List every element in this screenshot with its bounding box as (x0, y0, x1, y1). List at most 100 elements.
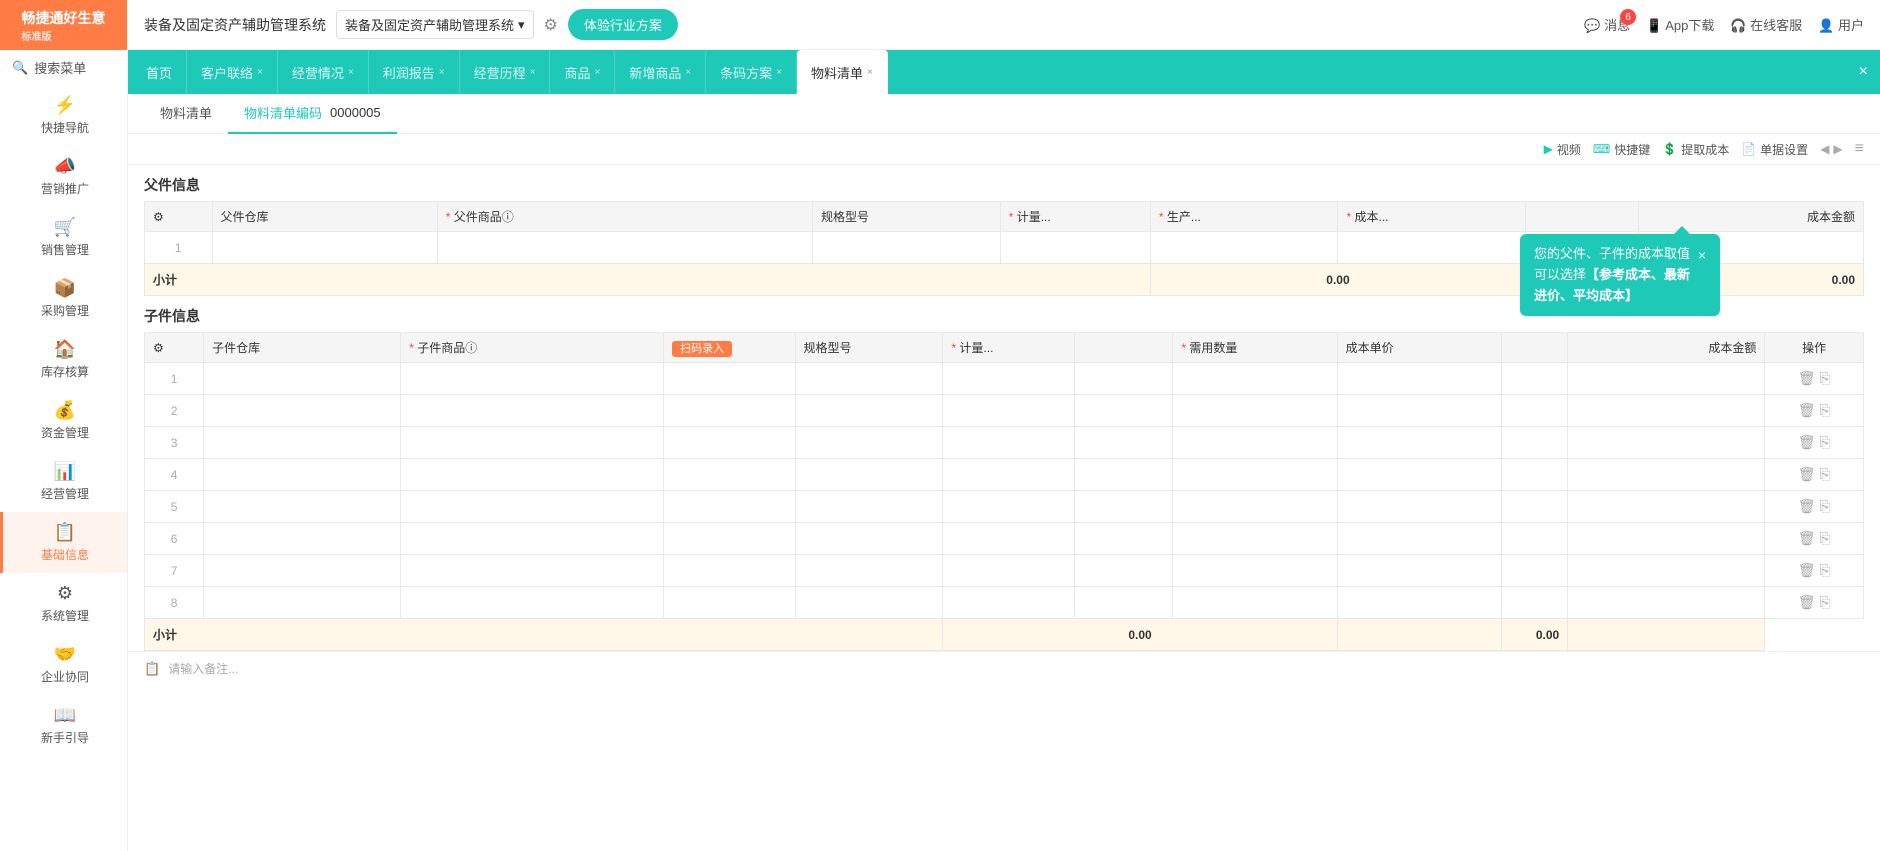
child-row-product[interactable] (401, 491, 664, 523)
cost-btn[interactable]: 💲 提取成本 (1662, 141, 1729, 158)
child-row-spec[interactable] (795, 395, 943, 427)
search-menu[interactable]: 🔍 搜索菜单 (0, 50, 127, 85)
child-row-unit[interactable] (943, 587, 1074, 619)
sidebar-item-enterprise[interactable]: 🤝 企业协同 (0, 634, 127, 695)
copy-icon[interactable]: ⎘ (1819, 562, 1830, 579)
doc-settings-btn[interactable]: 📄 单据设置 (1741, 141, 1808, 158)
child-row-spec[interactable] (795, 363, 943, 395)
child-row-unit[interactable] (943, 555, 1074, 587)
tab-operations-close[interactable]: × (348, 67, 354, 78)
tooltip-close-btn[interactable]: × (1698, 244, 1706, 266)
nav-next[interactable]: ▶ (1833, 142, 1842, 156)
child-row-unit-cost[interactable] (1337, 427, 1501, 459)
copy-icon[interactable]: ⎘ (1819, 434, 1830, 451)
tab-profit-close[interactable]: × (439, 67, 445, 78)
child-row-spec[interactable] (795, 523, 943, 555)
child-row-spec[interactable] (795, 491, 943, 523)
tab-new-product-close[interactable]: × (685, 67, 691, 78)
child-row-unit-cost[interactable] (1337, 491, 1501, 523)
nav-close-all[interactable]: × (1851, 63, 1876, 81)
tab-customers-close[interactable]: × (257, 67, 263, 78)
child-row-qty[interactable] (1173, 427, 1337, 459)
delete-icon[interactable]: 🗑 (1798, 594, 1816, 611)
child-row-qty[interactable] (1173, 555, 1337, 587)
parent-row-unit[interactable] (1000, 232, 1150, 264)
sidebar-item-quick-nav[interactable]: ⚡ 快捷导航 (0, 85, 127, 146)
parent-row-production[interactable] (1150, 232, 1338, 264)
tab-history-close[interactable]: × (530, 67, 536, 78)
tab-bom[interactable]: 物料清单 × (797, 50, 888, 94)
child-row-spec[interactable] (795, 459, 943, 491)
child-row-unit-cost[interactable] (1337, 363, 1501, 395)
copy-icon[interactable]: ⎘ (1819, 530, 1830, 547)
child-row-spec[interactable] (795, 427, 943, 459)
sidebar-item-basic-info[interactable]: 📋 基础信息 (0, 512, 127, 573)
child-row-unit[interactable] (943, 459, 1074, 491)
user-avatar[interactable]: 👤 用户 (1818, 15, 1864, 34)
sidebar-item-guide[interactable]: 📖 新手引导 (0, 695, 127, 756)
copy-icon[interactable]: ⎘ (1819, 594, 1830, 611)
tab-home[interactable]: 首页 (132, 50, 187, 94)
child-col-scan[interactable]: 扫码录入 (664, 333, 795, 363)
child-row-product[interactable] (401, 523, 664, 555)
child-row-spec[interactable] (795, 587, 943, 619)
child-col-settings[interactable]: ⚙ (145, 333, 204, 363)
tab-new-product[interactable]: 新增商品 × (615, 50, 706, 94)
tab-history[interactable]: 经营历程 × (460, 50, 551, 94)
child-row-qty[interactable] (1173, 491, 1337, 523)
sidebar-item-system[interactable]: ⚙ 系统管理 (0, 573, 127, 634)
child-row-warehouse[interactable] (204, 459, 401, 491)
child-row-warehouse[interactable] (204, 555, 401, 587)
child-row-warehouse[interactable] (204, 395, 401, 427)
delete-icon[interactable]: 🗑 (1798, 562, 1816, 579)
child-row-unit[interactable] (943, 427, 1074, 459)
delete-icon[interactable]: 🗑 (1798, 466, 1816, 483)
tab-barcode[interactable]: 条码方案 × (706, 50, 797, 94)
child-row-warehouse[interactable] (204, 427, 401, 459)
message-bell[interactable]: 💬 6 消息 (1584, 15, 1630, 34)
system-select[interactable]: 装备及固定资产辅助管理系统 ▾ (336, 10, 534, 39)
sidebar-item-operations[interactable]: 📊 经营管理 (0, 451, 127, 512)
sidebar-item-marketing[interactable]: 📣 营销推广 (0, 146, 127, 207)
delete-icon[interactable]: 🗑 (1798, 530, 1816, 547)
parent-col-settings[interactable]: ⚙ (145, 202, 213, 232)
parent-row-cost[interactable] (1338, 232, 1526, 264)
parent-row-product[interactable] (437, 232, 812, 264)
child-row-qty[interactable] (1173, 459, 1337, 491)
child-row-warehouse[interactable] (204, 587, 401, 619)
app-download-link[interactable]: 📱 App下载 (1646, 15, 1714, 34)
online-service-link[interactable]: 🎧 在线客服 (1730, 15, 1802, 34)
child-row-spec[interactable] (795, 555, 943, 587)
child-row-unit-cost[interactable] (1337, 523, 1501, 555)
copy-icon[interactable]: ⎘ (1819, 402, 1830, 419)
child-row-unit[interactable] (943, 363, 1074, 395)
video-btn[interactable]: ▶ 视频 (1544, 141, 1581, 158)
sidebar-item-purchase[interactable]: 📦 采购管理 (0, 268, 127, 329)
delete-icon[interactable]: 🗑 (1798, 370, 1816, 387)
sub-tab-bom-list[interactable]: 物料清单 (144, 94, 228, 134)
child-row-product[interactable] (401, 555, 664, 587)
parent-row-warehouse[interactable] (212, 232, 437, 264)
sub-tab-bom-code[interactable]: 物料清单编码 0000005 (228, 94, 397, 134)
child-row-warehouse[interactable] (204, 491, 401, 523)
child-row-unit-cost[interactable] (1337, 395, 1501, 427)
tab-barcode-close[interactable]: × (776, 67, 782, 78)
child-row-qty[interactable] (1173, 395, 1337, 427)
tab-bom-close[interactable]: × (867, 67, 873, 78)
child-row-qty[interactable] (1173, 363, 1337, 395)
child-row-unit[interactable] (943, 491, 1074, 523)
nav-prev[interactable]: ◀ (1820, 142, 1829, 156)
child-row-product[interactable] (401, 395, 664, 427)
child-row-warehouse[interactable] (204, 523, 401, 555)
child-row-product[interactable] (401, 363, 664, 395)
child-row-unit-cost[interactable] (1337, 459, 1501, 491)
tab-products[interactable]: 商品 × (550, 50, 615, 94)
child-row-product[interactable] (401, 587, 664, 619)
child-row-unit-cost[interactable] (1337, 555, 1501, 587)
parent-row-spec[interactable] (813, 232, 1001, 264)
child-row-warehouse[interactable] (204, 363, 401, 395)
layout-toggle[interactable]: ≡ (1855, 140, 1864, 158)
tab-customers[interactable]: 客户联络 × (187, 50, 278, 94)
child-row-qty[interactable] (1173, 523, 1337, 555)
child-row-unit-cost[interactable] (1337, 587, 1501, 619)
